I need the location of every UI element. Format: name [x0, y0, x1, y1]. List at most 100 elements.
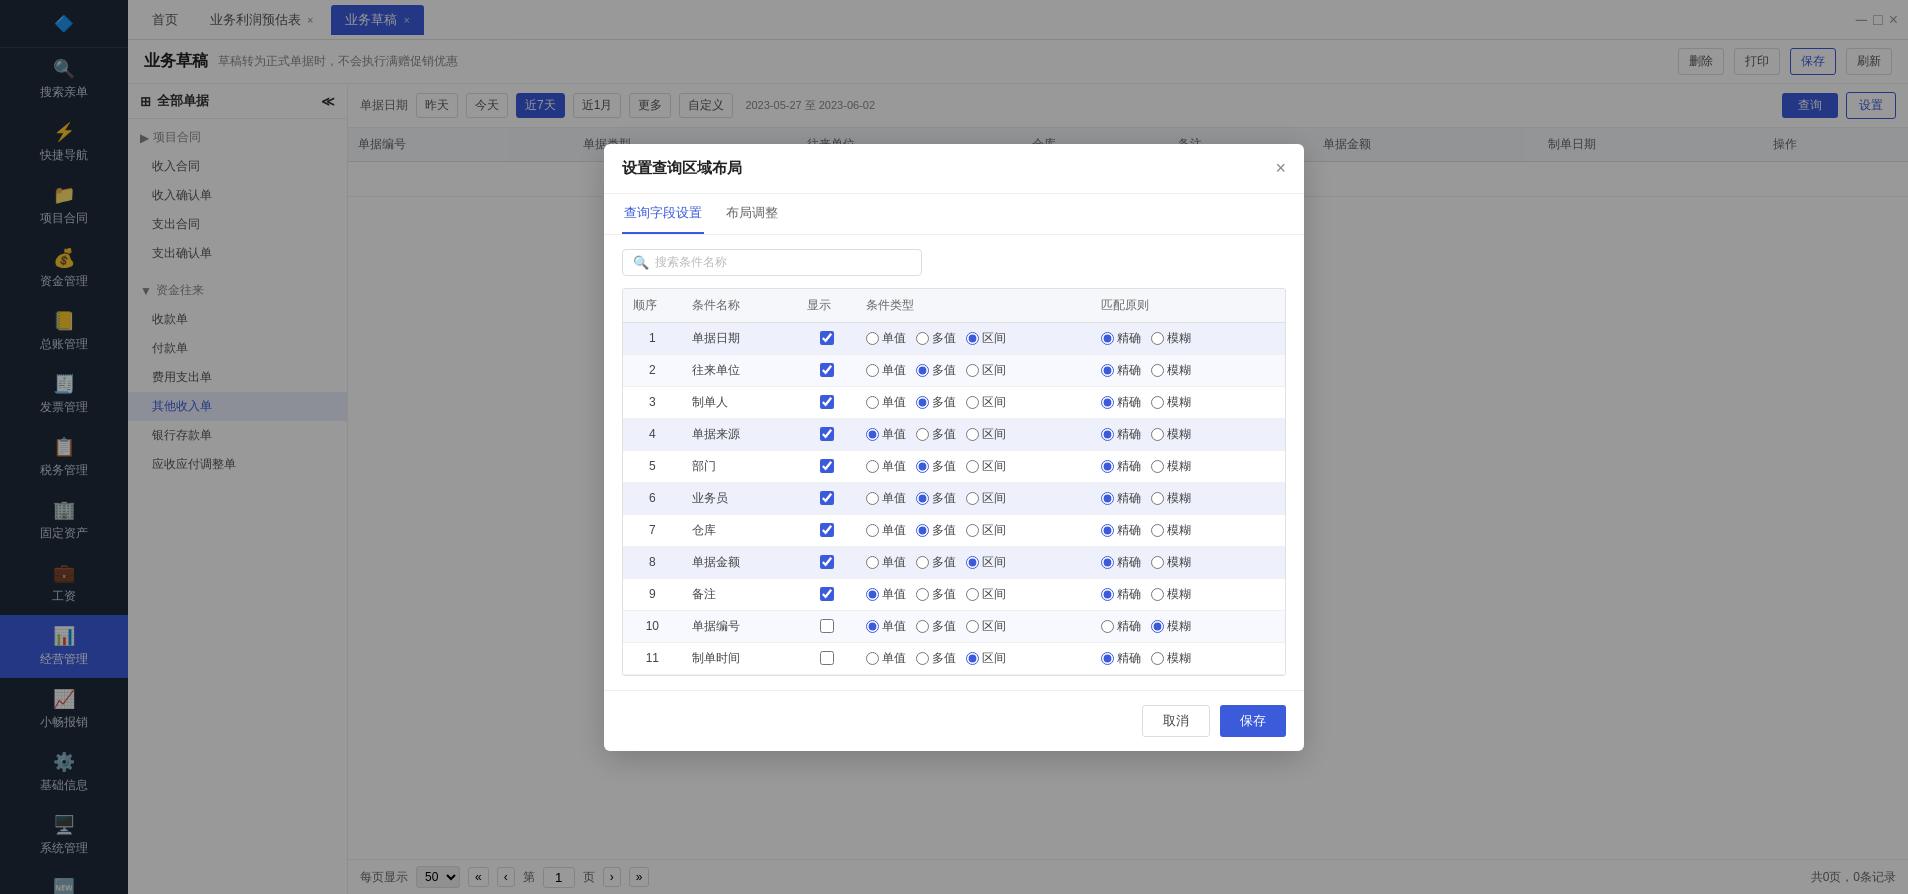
radio-type-区间[interactable]: 区间: [966, 554, 1006, 571]
radio-type-区间[interactable]: 区间: [966, 330, 1006, 347]
radio-type-单值[interactable]: 单值: [866, 522, 906, 539]
cell-match: 精确 模糊: [1091, 578, 1285, 610]
radio-type-多值[interactable]: 多值: [916, 394, 956, 411]
show-checkbox[interactable]: [820, 555, 834, 569]
radio-type-区间[interactable]: 区间: [966, 618, 1006, 635]
radio-match-精确[interactable]: 精确: [1101, 394, 1141, 411]
radio-match-模糊[interactable]: 模糊: [1151, 554, 1191, 571]
radio-match-精确[interactable]: 精确: [1101, 490, 1141, 507]
show-checkbox[interactable]: [820, 651, 834, 665]
radio-match-精确[interactable]: 精确: [1101, 554, 1141, 571]
cell-name: 往来单位: [682, 354, 798, 386]
cell-order: 10: [623, 610, 682, 642]
radio-type-多值[interactable]: 多值: [916, 458, 956, 475]
radio-match-精确[interactable]: 精确: [1101, 362, 1141, 379]
show-checkbox[interactable]: [820, 395, 834, 409]
table-row: 5 部门 单值 多值 区间 精确 模糊: [623, 450, 1285, 482]
cell-name: 部门: [682, 450, 798, 482]
radio-type-多值[interactable]: 多值: [916, 618, 956, 635]
radio-match-精确[interactable]: 精确: [1101, 330, 1141, 347]
tab-layout-adjust[interactable]: 布局调整: [724, 194, 780, 234]
cell-type: 单值 多值 区间: [856, 642, 1090, 674]
radio-match-精确[interactable]: 精确: [1101, 522, 1141, 539]
cell-order: 4: [623, 418, 682, 450]
dialog-search-input[interactable]: [655, 255, 911, 269]
cell-name: 制单人: [682, 386, 798, 418]
table-row: 4 单据来源 单值 多值 区间 精确 模糊: [623, 418, 1285, 450]
radio-type-单值[interactable]: 单值: [866, 618, 906, 635]
radio-type-单值[interactable]: 单值: [866, 458, 906, 475]
cell-type: 单值 多值 区间: [856, 578, 1090, 610]
cell-show: [797, 322, 856, 354]
cancel-button[interactable]: 取消: [1142, 705, 1210, 737]
cell-order: 7: [623, 514, 682, 546]
search-icon-dialog: 🔍: [633, 255, 649, 270]
radio-type-区间[interactable]: 区间: [966, 458, 1006, 475]
cell-show: [797, 546, 856, 578]
cell-order: 11: [623, 642, 682, 674]
cell-type: 单值 多值 区间: [856, 546, 1090, 578]
cell-match: 精确 模糊: [1091, 482, 1285, 514]
radio-match-模糊[interactable]: 模糊: [1151, 650, 1191, 667]
radio-type-区间[interactable]: 区间: [966, 394, 1006, 411]
radio-type-多值[interactable]: 多值: [916, 522, 956, 539]
cell-order: 9: [623, 578, 682, 610]
radio-type-单值[interactable]: 单值: [866, 586, 906, 603]
table-row: 3 制单人 单值 多值 区间 精确 模糊: [623, 386, 1285, 418]
show-checkbox[interactable]: [820, 427, 834, 441]
show-checkbox[interactable]: [820, 523, 834, 537]
radio-type-区间[interactable]: 区间: [966, 586, 1006, 603]
radio-type-区间[interactable]: 区间: [966, 650, 1006, 667]
radio-type-多值[interactable]: 多值: [916, 426, 956, 443]
radio-match-模糊[interactable]: 模糊: [1151, 490, 1191, 507]
show-checkbox[interactable]: [820, 491, 834, 505]
cell-show: [797, 642, 856, 674]
radio-match-精确[interactable]: 精确: [1101, 618, 1141, 635]
radio-type-区间[interactable]: 区间: [966, 362, 1006, 379]
cell-match: 精确 模糊: [1091, 322, 1285, 354]
radio-type-单值[interactable]: 单值: [866, 394, 906, 411]
tab-field-settings[interactable]: 查询字段设置: [622, 194, 704, 234]
cell-name: 单据来源: [682, 418, 798, 450]
radio-type-多值[interactable]: 多值: [916, 554, 956, 571]
radio-match-模糊[interactable]: 模糊: [1151, 618, 1191, 635]
radio-match-精确[interactable]: 精确: [1101, 586, 1141, 603]
radio-match-模糊[interactable]: 模糊: [1151, 362, 1191, 379]
dialog-close-btn[interactable]: ×: [1275, 158, 1286, 179]
radio-match-模糊[interactable]: 模糊: [1151, 458, 1191, 475]
show-checkbox[interactable]: [820, 331, 834, 345]
dialog-save-button[interactable]: 保存: [1220, 705, 1286, 737]
radio-type-多值[interactable]: 多值: [916, 490, 956, 507]
radio-match-精确[interactable]: 精确: [1101, 426, 1141, 443]
radio-type-单值[interactable]: 单值: [866, 650, 906, 667]
radio-type-多值[interactable]: 多值: [916, 650, 956, 667]
radio-type-单值[interactable]: 单值: [866, 330, 906, 347]
cell-name: 单据金额: [682, 546, 798, 578]
radio-match-模糊[interactable]: 模糊: [1151, 330, 1191, 347]
radio-type-多值[interactable]: 多值: [916, 362, 956, 379]
radio-match-模糊[interactable]: 模糊: [1151, 586, 1191, 603]
cell-match: 精确 模糊: [1091, 386, 1285, 418]
show-checkbox[interactable]: [820, 363, 834, 377]
show-checkbox[interactable]: [820, 619, 834, 633]
radio-type-多值[interactable]: 多值: [916, 330, 956, 347]
radio-type-单值[interactable]: 单值: [866, 490, 906, 507]
radio-match-精确[interactable]: 精确: [1101, 458, 1141, 475]
radio-type-区间[interactable]: 区间: [966, 490, 1006, 507]
radio-match-模糊[interactable]: 模糊: [1151, 522, 1191, 539]
radio-type-单值[interactable]: 单值: [866, 426, 906, 443]
radio-type-单值[interactable]: 单值: [866, 554, 906, 571]
show-checkbox[interactable]: [820, 587, 834, 601]
radio-type-多值[interactable]: 多值: [916, 586, 956, 603]
cell-show: [797, 354, 856, 386]
radio-match-模糊[interactable]: 模糊: [1151, 426, 1191, 443]
radio-match-精确[interactable]: 精确: [1101, 650, 1141, 667]
radio-type-区间[interactable]: 区间: [966, 426, 1006, 443]
cell-match: 精确 模糊: [1091, 514, 1285, 546]
radio-match-模糊[interactable]: 模糊: [1151, 394, 1191, 411]
show-checkbox[interactable]: [820, 459, 834, 473]
cell-show: [797, 482, 856, 514]
radio-type-区间[interactable]: 区间: [966, 522, 1006, 539]
settings-dialog: 设置查询区域布局 × 查询字段设置 布局调整 🔍 顺序 条件名称: [604, 144, 1304, 751]
radio-type-单值[interactable]: 单值: [866, 362, 906, 379]
